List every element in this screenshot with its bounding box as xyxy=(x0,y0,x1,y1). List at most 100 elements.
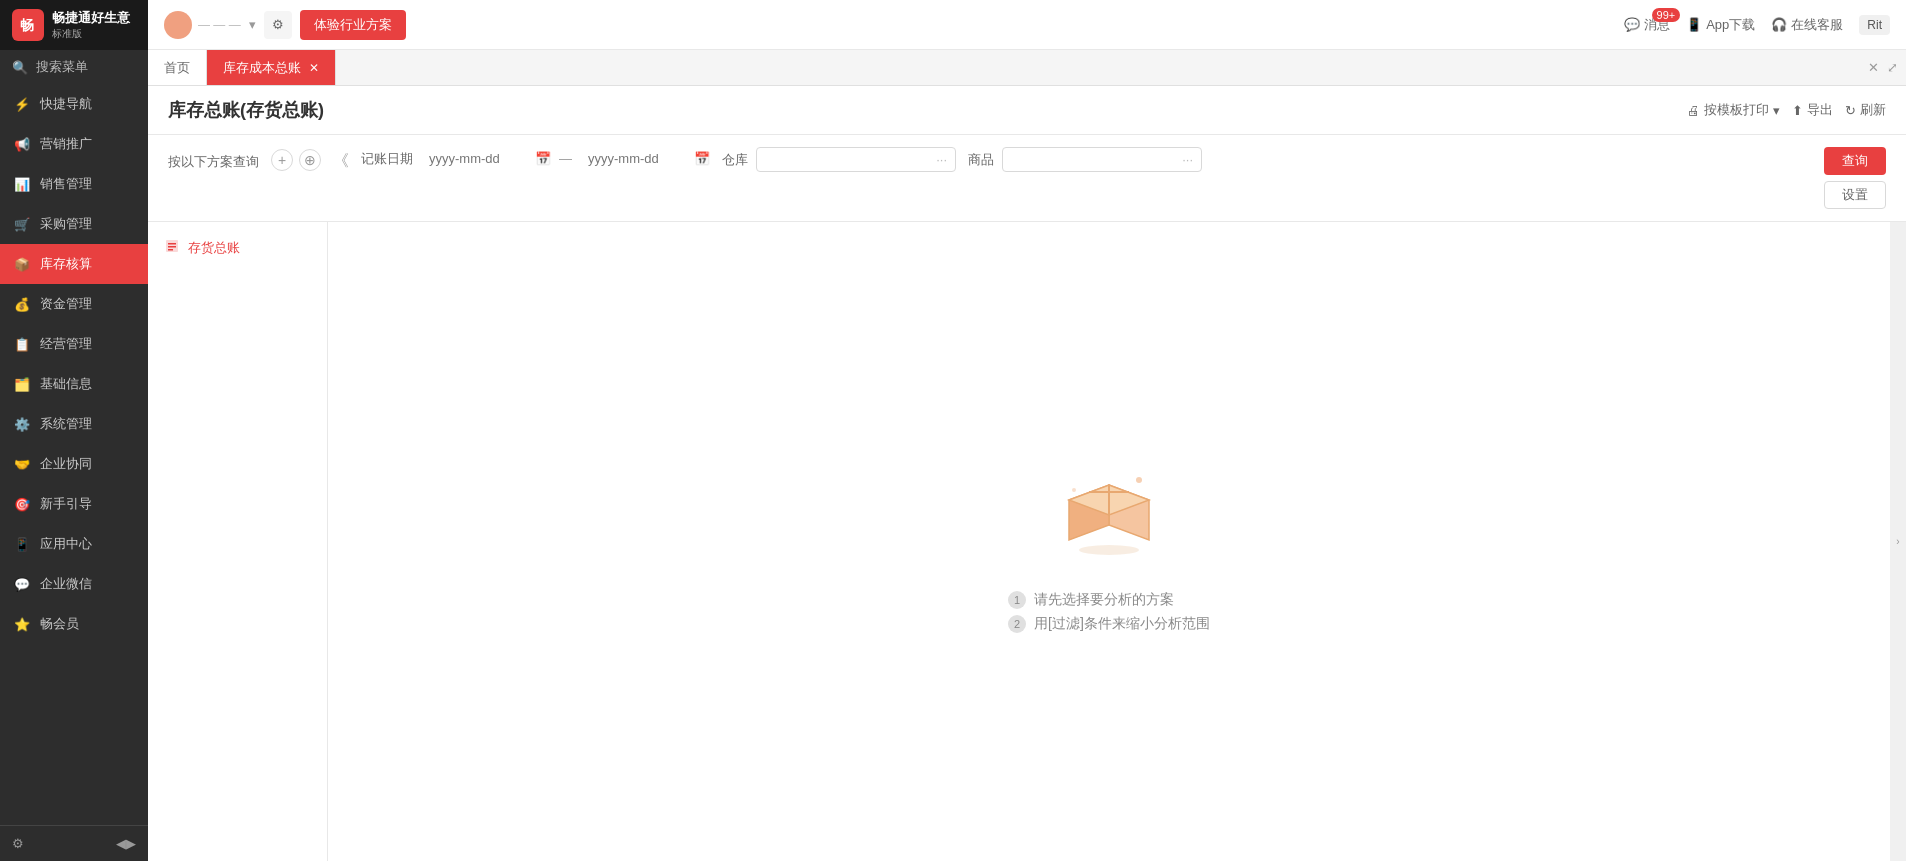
sidebar-logo: 畅 畅捷通好生意 标准版 xyxy=(0,0,148,50)
app-logo-icon: 畅 xyxy=(12,9,44,41)
date-end-input: 📅 xyxy=(580,147,710,170)
industry-solution-button[interactable]: 体验行业方案 xyxy=(300,10,406,40)
setting-button[interactable]: 设置 xyxy=(1824,181,1886,209)
sidebar-item-funds[interactable]: 💰 资金管理 xyxy=(0,284,148,324)
scheme-list: 存货总账 xyxy=(148,222,328,861)
sidebar-item-newbie[interactable]: 🎯 新手引导 xyxy=(0,484,148,524)
topbar-username: Rit xyxy=(1859,15,1890,35)
sidebar-item-base[interactable]: 🗂️ 基础信息 xyxy=(0,364,148,404)
system-icon: ⚙️ xyxy=(12,417,32,432)
sidebar-item-system[interactable]: ⚙️ 系统管理 xyxy=(0,404,148,444)
print-template-button[interactable]: 🖨 按模板打印 ▾ xyxy=(1687,101,1780,119)
refresh-button[interactable]: ↻ 刷新 xyxy=(1845,101,1886,119)
export-button[interactable]: ⬆ 导出 xyxy=(1792,101,1833,119)
product-filter-row: 商品 ··· xyxy=(968,147,1202,172)
sidebar-item-inventory[interactable]: 📦 库存核算 xyxy=(0,244,148,284)
page-header-actions: 🖨 按模板打印 ▾ ⬆ 导出 ↻ 刷新 xyxy=(1687,101,1886,119)
cooperation-icon: 🤝 xyxy=(12,457,32,472)
refresh-icon: ↻ xyxy=(1845,103,1856,118)
svg-text:畅: 畅 xyxy=(20,17,34,33)
warehouse-more-icon: ··· xyxy=(936,152,947,167)
svg-rect-3 xyxy=(168,246,176,248)
sidebar-search[interactable]: 🔍 搜索菜单 xyxy=(0,50,148,84)
topbar-left: — — — ▾ ⚙ 体验行业方案 xyxy=(164,10,1624,40)
sidebar-nav: ⚡ 快捷导航 📢 营销推广 📊 销售管理 🛒 采购管理 📦 库存核算 💰 资金管… xyxy=(0,84,148,825)
tab-inventory-cost[interactable]: 库存成本总账 ✕ xyxy=(207,50,336,85)
online-service-button[interactable]: 🎧 在线客服 xyxy=(1771,16,1843,34)
funds-icon: 💰 xyxy=(12,297,32,312)
right-panel-collapse[interactable]: › xyxy=(1890,222,1906,861)
sales-icon: 📊 xyxy=(12,177,32,192)
sidebar-item-quick-nav[interactable]: ⚡ 快捷导航 xyxy=(0,84,148,124)
newbie-icon: 🎯 xyxy=(12,497,32,512)
tab-close-window-icon[interactable]: ✕ xyxy=(1868,60,1879,75)
member-icon: ⭐ xyxy=(12,617,32,632)
calendar-end-icon[interactable]: 📅 xyxy=(694,151,710,166)
query-button[interactable]: 查询 xyxy=(1824,147,1886,175)
sidebar-item-app-center[interactable]: 📱 应用中心 xyxy=(0,524,148,564)
sidebar-item-sales[interactable]: 📊 销售管理 xyxy=(0,164,148,204)
inventory-icon: 📦 xyxy=(12,257,32,272)
collapse-button[interactable]: ◀▶ xyxy=(116,836,136,851)
tab-resize-icon[interactable]: ⤢ xyxy=(1887,60,1898,75)
quick-nav-icon: ⚡ xyxy=(12,97,32,112)
app-center-icon: 📱 xyxy=(12,537,32,552)
operations-icon: 📋 xyxy=(12,337,32,352)
topbar-dropdown-icon[interactable]: ▾ xyxy=(249,17,256,32)
topbar-right: 💬 消息 99+ 📱 App下载 🎧 在线客服 Rit xyxy=(1624,15,1890,35)
empty-state: 1 请先选择要分析的方案 2 用[过滤]条件来缩小分析范围 xyxy=(328,222,1890,861)
date-end-field[interactable] xyxy=(580,147,690,170)
date-start-input: 📅 xyxy=(421,147,551,170)
topbar-settings-button[interactable]: ⚙ xyxy=(264,11,292,39)
sidebar-item-cooperation[interactable]: 🤝 企业协同 xyxy=(0,444,148,484)
settings-button[interactable]: ⚙ xyxy=(12,836,24,851)
filter-area: 按以下方案查询 + ⊕ 《 记账日期 📅 — 📅 xyxy=(148,135,1906,222)
messages-button[interactable]: 💬 消息 99+ xyxy=(1624,16,1670,34)
sidebar-item-wechat[interactable]: 💬 企业微信 xyxy=(0,564,148,604)
filter-buttons: 查询 设置 xyxy=(1824,147,1886,209)
page-title: 库存总账(存货总账) xyxy=(168,98,324,122)
calendar-start-icon[interactable]: 📅 xyxy=(535,151,551,166)
wechat-icon: 💬 xyxy=(12,577,32,592)
sidebar: 畅 畅捷通好生意 标准版 🔍 搜索菜单 ⚡ 快捷导航 📢 营销推广 📊 销售管理… xyxy=(0,0,148,861)
sidebar-item-marketing[interactable]: 📢 营销推广 xyxy=(0,124,148,164)
sidebar-item-operations[interactable]: 📋 经营管理 xyxy=(0,324,148,364)
svg-point-12 xyxy=(1079,545,1139,555)
topbar-user: — — — xyxy=(164,11,241,39)
empty-tips: 1 请先选择要分析的方案 2 用[过滤]条件来缩小分析范围 xyxy=(1008,585,1210,639)
page-header: 库存总账(存货总账) 🖨 按模板打印 ▾ ⬆ 导出 ↻ 刷新 xyxy=(148,86,1906,135)
app-download-button[interactable]: 📱 App下载 xyxy=(1686,16,1755,34)
warehouse-filter-row: 仓库 ··· xyxy=(722,147,956,172)
scheme-item-inventory-ledger[interactable]: 存货总账 xyxy=(148,230,327,265)
print-icon: 🖨 xyxy=(1687,103,1700,118)
tab-close-icon[interactable]: ✕ xyxy=(309,61,319,75)
topbar: — — — ▾ ⚙ 体验行业方案 💬 消息 99+ 📱 App下载 🎧 在线客服… xyxy=(148,0,1906,50)
date-start-field[interactable] xyxy=(421,147,531,170)
empty-illustration xyxy=(1049,445,1169,565)
marketing-icon: 📢 xyxy=(12,137,32,152)
headset-icon: 🎧 xyxy=(1771,17,1787,32)
tab-home[interactable]: 首页 xyxy=(148,50,207,85)
filter-add-button[interactable]: + xyxy=(271,149,293,171)
content-wrapper: 存货总账 xyxy=(148,222,1906,861)
warehouse-select[interactable]: ··· xyxy=(756,147,956,172)
product-select[interactable]: ··· xyxy=(1002,147,1202,172)
svg-point-10 xyxy=(1136,477,1142,483)
svg-rect-2 xyxy=(168,243,176,245)
tip-number-2: 2 xyxy=(1008,615,1026,633)
sidebar-item-member[interactable]: ⭐ 畅会员 xyxy=(0,604,148,644)
svg-rect-4 xyxy=(168,249,173,251)
warehouse-filter-label: 仓库 xyxy=(722,151,748,169)
message-badge: 99+ xyxy=(1652,8,1681,22)
sidebar-item-purchase[interactable]: 🛒 采购管理 xyxy=(0,204,148,244)
scheme-ledger-icon xyxy=(164,238,180,257)
filter-reset-button[interactable]: ⊕ xyxy=(299,149,321,171)
search-icon: 🔍 xyxy=(12,60,28,75)
tabbar: 首页 库存成本总账 ✕ ✕ ⤢ xyxy=(148,50,1906,86)
product-more-icon: ··· xyxy=(1182,152,1193,167)
date-filter-row: 记账日期 📅 — 📅 xyxy=(361,147,710,170)
filter-collapse-button[interactable]: 《 xyxy=(333,147,349,172)
user-avatar xyxy=(164,11,192,39)
base-icon: 🗂️ xyxy=(12,377,32,392)
product-filter-label: 商品 xyxy=(968,151,994,169)
